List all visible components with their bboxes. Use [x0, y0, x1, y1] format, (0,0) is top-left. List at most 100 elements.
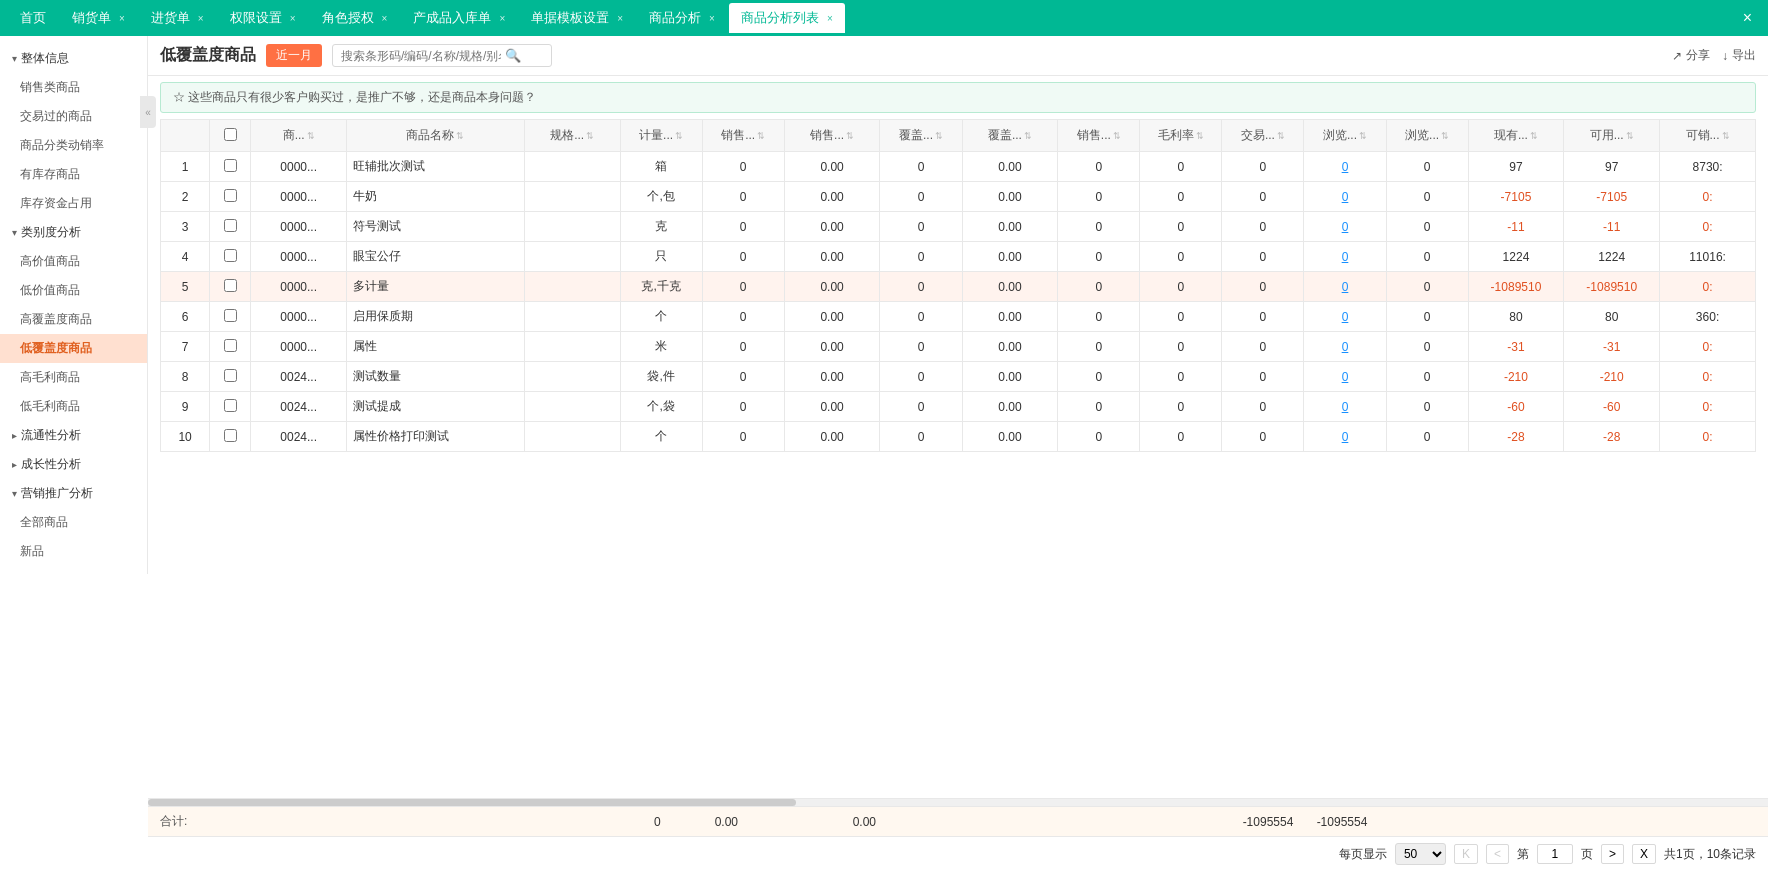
col-header-browse1[interactable]: 浏览...⇅ — [1304, 120, 1386, 152]
close-icon[interactable]: × — [119, 13, 125, 24]
close-icon[interactable]: × — [290, 13, 296, 24]
sidebar-item-stock-capital[interactable]: 库存资金占用 — [0, 189, 147, 218]
nav-item-sales[interactable]: 销货单 × — [60, 3, 137, 33]
row-browse1[interactable]: 0 — [1304, 332, 1386, 362]
col-header-coverage2[interactable]: 覆盖...⇅ — [962, 120, 1058, 152]
sidebar-group-category[interactable]: ▾ 类别度分析 — [0, 218, 147, 247]
sidebar-item-traded-goods[interactable]: 交易过的商品 — [0, 102, 147, 131]
per-page-select[interactable]: 50 20 100 200 — [1395, 843, 1446, 865]
row-checkbox[interactable] — [210, 212, 251, 242]
row-code: 0000... — [251, 242, 347, 272]
prev-page-button[interactable]: < — [1486, 844, 1509, 864]
col-header-spec[interactable]: 规格...⇅ — [524, 120, 620, 152]
nav-item-warehouse[interactable]: 产成品入库单 × — [401, 3, 517, 33]
row-browse1[interactable]: 0 — [1304, 182, 1386, 212]
row-current-stock: -31 — [1468, 332, 1564, 362]
row-checkbox[interactable] — [210, 392, 251, 422]
col-header-sales-amount[interactable]: 销售...⇅ — [784, 120, 880, 152]
sidebar-group-growth[interactable]: ▸ 成长性分析 — [0, 450, 147, 479]
nav-item-home[interactable]: 首页 — [8, 3, 58, 33]
sidebar-collapse-button[interactable]: « — [140, 96, 156, 128]
time-filter-button[interactable]: 近一月 — [266, 44, 322, 67]
row-checkbox[interactable] — [210, 302, 251, 332]
sidebar-item-new-goods[interactable]: 新品 — [0, 537, 147, 566]
close-icon[interactable]: × — [382, 13, 388, 24]
col-header-sales-count[interactable]: 销售...⇅ — [702, 120, 784, 152]
close-icon[interactable]: × — [499, 13, 505, 24]
row-checkbox[interactable] — [210, 242, 251, 272]
table-wrapper[interactable]: 商...⇅ 商品名称⇅ 规格...⇅ 计量...⇅ 销售...⇅ 销售...⇅ … — [148, 119, 1768, 798]
row-checkbox[interactable] — [210, 272, 251, 302]
search-input[interactable] — [341, 49, 501, 63]
sidebar-item-high-coverage[interactable]: 高覆盖度商品 — [0, 305, 147, 334]
nav-item-purchase[interactable]: 进货单 × — [139, 3, 216, 33]
sidebar-item-all-goods[interactable]: 全部商品 — [0, 508, 147, 537]
row-transaction: 0 — [1222, 242, 1304, 272]
export-button[interactable]: ↓ 导出 — [1722, 47, 1756, 64]
row-browse1[interactable]: 0 — [1304, 212, 1386, 242]
row-browse1[interactable]: 0 — [1304, 242, 1386, 272]
col-header-saleable[interactable]: 可销...⇅ — [1660, 120, 1756, 152]
last-page-button[interactable]: X — [1632, 844, 1656, 864]
nav-item-roles[interactable]: 角色授权 × — [310, 3, 400, 33]
nav-item-analysis-list[interactable]: 商品分析列表 × — [729, 3, 845, 33]
nav-item-permissions[interactable]: 权限设置 × — [218, 3, 308, 33]
row-browse1[interactable]: 0 — [1304, 152, 1386, 182]
page-input[interactable] — [1537, 844, 1573, 864]
row-browse1[interactable]: 0 — [1304, 392, 1386, 422]
row-browse1[interactable]: 0 — [1304, 422, 1386, 452]
sidebar-item-low-coverage[interactable]: 低覆盖度商品 — [0, 334, 147, 363]
col-header-current-stock[interactable]: 现有...⇅ — [1468, 120, 1564, 152]
row-checkbox[interactable] — [210, 422, 251, 452]
row-checkbox[interactable] — [210, 362, 251, 392]
col-header-unit[interactable]: 计量...⇅ — [620, 120, 702, 152]
row-browse2: 0 — [1386, 212, 1468, 242]
next-page-button[interactable]: > — [1601, 844, 1624, 864]
row-browse1[interactable]: 0 — [1304, 272, 1386, 302]
row-unit: 米 — [620, 332, 702, 362]
row-browse1[interactable]: 0 — [1304, 302, 1386, 332]
col-header-sales3[interactable]: 销售...⇅ — [1058, 120, 1140, 152]
close-icon[interactable]: × — [709, 13, 715, 24]
row-browse2: 0 — [1386, 422, 1468, 452]
sidebar-item-high-value[interactable]: 高价值商品 — [0, 247, 147, 276]
row-gross-margin: 0 — [1140, 242, 1222, 272]
col-header-name[interactable]: 商品名称⇅ — [347, 120, 525, 152]
nav-item-analysis[interactable]: 商品分析 × — [637, 3, 727, 33]
table-scroll-bar[interactable] — [148, 798, 1768, 806]
col-header-code[interactable]: 商...⇅ — [251, 120, 347, 152]
row-checkbox[interactable] — [210, 182, 251, 212]
row-no: 5 — [161, 272, 210, 302]
sidebar-item-low-margin[interactable]: 低毛利商品 — [0, 392, 147, 421]
share-button[interactable]: ↗ 分享 — [1672, 47, 1710, 64]
col-header-transaction[interactable]: 交易...⇅ — [1222, 120, 1304, 152]
col-header-browse2[interactable]: 浏览...⇅ — [1386, 120, 1468, 152]
close-icon[interactable]: × — [617, 13, 623, 24]
row-browse1[interactable]: 0 — [1304, 362, 1386, 392]
close-icon[interactable]: × — [827, 13, 833, 24]
row-checkbox[interactable] — [210, 152, 251, 182]
close-icon[interactable]: × — [198, 13, 204, 24]
table-row: 9 0024... 测试提成 个,袋 0 0.00 0 0.00 0 0 0 0… — [161, 392, 1756, 422]
nav-item-template[interactable]: 单据模板设置 × — [519, 3, 635, 33]
select-all-checkbox[interactable] — [224, 128, 237, 141]
row-checkbox[interactable] — [210, 332, 251, 362]
sidebar-group-marketing[interactable]: ▾ 营销推广分析 — [0, 479, 147, 508]
row-sales3: 0 — [1058, 182, 1140, 212]
search-icon: 🔍 — [505, 48, 521, 63]
col-header-coverage1[interactable]: 覆盖...⇅ — [880, 120, 962, 152]
row-saleable: 0: — [1660, 182, 1756, 212]
sidebar-item-category-rate[interactable]: 商品分类动销率 — [0, 131, 147, 160]
col-header-gross-margin[interactable]: 毛利率⇅ — [1140, 120, 1222, 152]
sidebar-item-high-margin[interactable]: 高毛利商品 — [0, 363, 147, 392]
sidebar-item-in-stock[interactable]: 有库存商品 — [0, 160, 147, 189]
sidebar-group-overall[interactable]: ▾ 整体信息 — [0, 44, 147, 73]
col-header-checkbox[interactable] — [210, 120, 251, 152]
sidebar-group-circulation[interactable]: ▸ 流通性分析 — [0, 421, 147, 450]
col-header-available[interactable]: 可用...⇅ — [1564, 120, 1660, 152]
sidebar-item-sales-goods[interactable]: 销售类商品 — [0, 73, 147, 102]
first-page-button[interactable]: K — [1454, 844, 1478, 864]
sidebar-item-low-value[interactable]: 低价值商品 — [0, 276, 147, 305]
close-all-button[interactable]: × — [1735, 9, 1760, 27]
search-box[interactable]: 🔍 — [332, 44, 552, 67]
